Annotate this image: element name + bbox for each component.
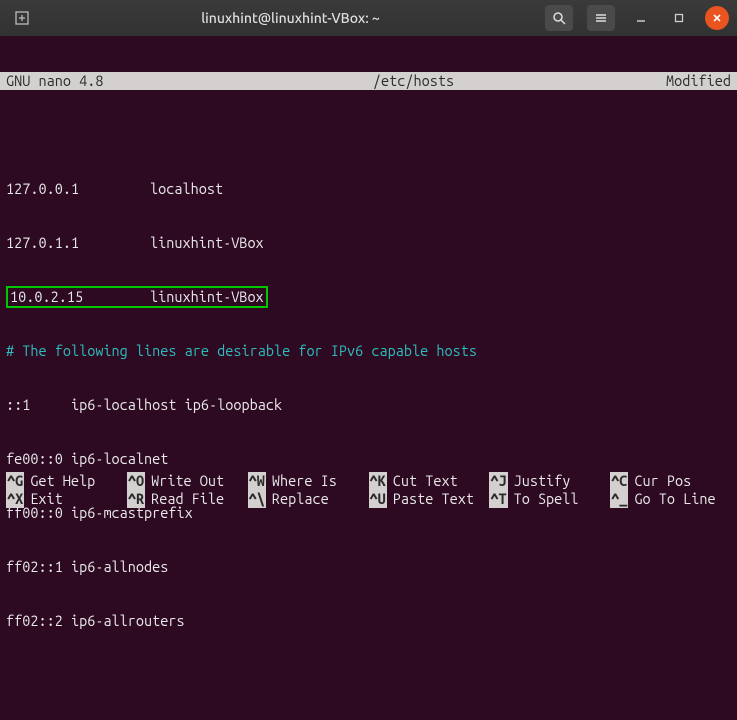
shortcut-label: Where Is: [272, 472, 337, 490]
shortcut-key: ^U: [369, 490, 387, 508]
shortcut-gotoline: ^_ Go To Line: [610, 490, 731, 508]
maximize-button[interactable]: [667, 6, 691, 30]
shortcut-key: ^X: [6, 490, 24, 508]
shortcut-label: Exit: [30, 490, 62, 508]
shortcut-replace: ^\ Replace: [248, 490, 369, 508]
menu-button[interactable]: [587, 5, 615, 31]
shortcut-key: ^G: [6, 472, 24, 490]
nano-status: Modified: [631, 72, 731, 90]
shortcut-cut: ^K Cut Text: [369, 472, 490, 490]
minimize-button[interactable]: [629, 6, 653, 30]
nano-file-path: /etc/hosts: [196, 72, 631, 90]
shortcut-key: ^\: [248, 490, 266, 508]
search-button[interactable]: [545, 5, 573, 31]
shortcut-writeout: ^O Write Out: [127, 472, 248, 490]
hosts-name: localhost: [150, 180, 223, 197]
hosts-line: fe00::0 ip6-localnet: [6, 450, 731, 468]
shortcut-readfile: ^R Read File: [127, 490, 248, 508]
shortcut-key: ^_: [610, 490, 628, 508]
hosts-line: ::1 ip6-localhost ip6-loopback: [6, 396, 731, 414]
shortcut-help: ^G Get Help: [6, 472, 127, 490]
shortcut-key: ^J: [489, 472, 507, 490]
shortcut-justify: ^J Justify: [489, 472, 610, 490]
shortcut-key: ^C: [610, 472, 628, 490]
hosts-ip: 10.0.2.15: [10, 288, 150, 306]
nano-app-version: GNU nano 4.8: [6, 72, 196, 90]
highlighted-hosts-entry: 10.0.2.15linuxhint-VBox: [6, 286, 268, 308]
shortcut-key: ^R: [127, 490, 145, 508]
hosts-ip: 127.0.1.1: [6, 234, 150, 252]
hosts-comment: # The following lines are desirable for …: [6, 342, 731, 360]
window-titlebar: linuxhint@linuxhint-VBox: ~: [0, 0, 737, 36]
shortcut-whereis: ^W Where Is: [248, 472, 369, 490]
hosts-name: linuxhint-VBox: [150, 288, 264, 305]
terminal-area[interactable]: GNU nano 4.8 /etc/hosts Modified 127.0.0…: [0, 36, 737, 514]
shortcut-key: ^K: [369, 472, 387, 490]
shortcut-label: Paste Text: [393, 490, 474, 508]
hosts-line: ff02::2 ip6-allrouters: [6, 612, 731, 630]
shortcut-paste: ^U Paste Text: [369, 490, 490, 508]
shortcut-label: Justify: [514, 472, 571, 490]
hosts-ip: 127.0.0.1: [6, 180, 150, 198]
shortcut-label: Cur Pos: [634, 472, 691, 490]
shortcut-label: Read File: [151, 490, 224, 508]
shortcut-label: To Spell: [514, 490, 579, 508]
shortcut-label: Write Out: [151, 472, 224, 490]
file-content: 127.0.0.1localhost 127.0.1.1linuxhint-VB…: [0, 144, 737, 666]
shortcut-key: ^T: [489, 490, 507, 508]
shortcut-exit: ^X Exit: [6, 490, 127, 508]
shortcut-label: Go To Line: [634, 490, 715, 508]
hosts-line: ff02::1 ip6-allnodes: [6, 558, 731, 576]
nano-header: GNU nano 4.8 /etc/hosts Modified: [0, 72, 737, 90]
close-button[interactable]: [705, 6, 729, 30]
shortcut-key: ^O: [127, 472, 145, 490]
shortcut-curpos: ^C Cur Pos: [610, 472, 731, 490]
nano-shortcut-bar: ^G Get Help ^O Write Out ^W Where Is ^K Cut …: [6, 472, 731, 508]
window-title: linuxhint@linuxhint-VBox: ~: [36, 9, 545, 27]
new-tab-button[interactable]: [8, 5, 36, 31]
shortcut-key: ^W: [248, 472, 266, 490]
shortcut-spell: ^T To Spell: [489, 490, 610, 508]
shortcut-label: Get Help: [30, 472, 95, 490]
shortcut-label: Cut Text: [393, 472, 458, 490]
hosts-name: linuxhint-VBox: [150, 234, 264, 251]
shortcut-label: Replace: [272, 490, 329, 508]
